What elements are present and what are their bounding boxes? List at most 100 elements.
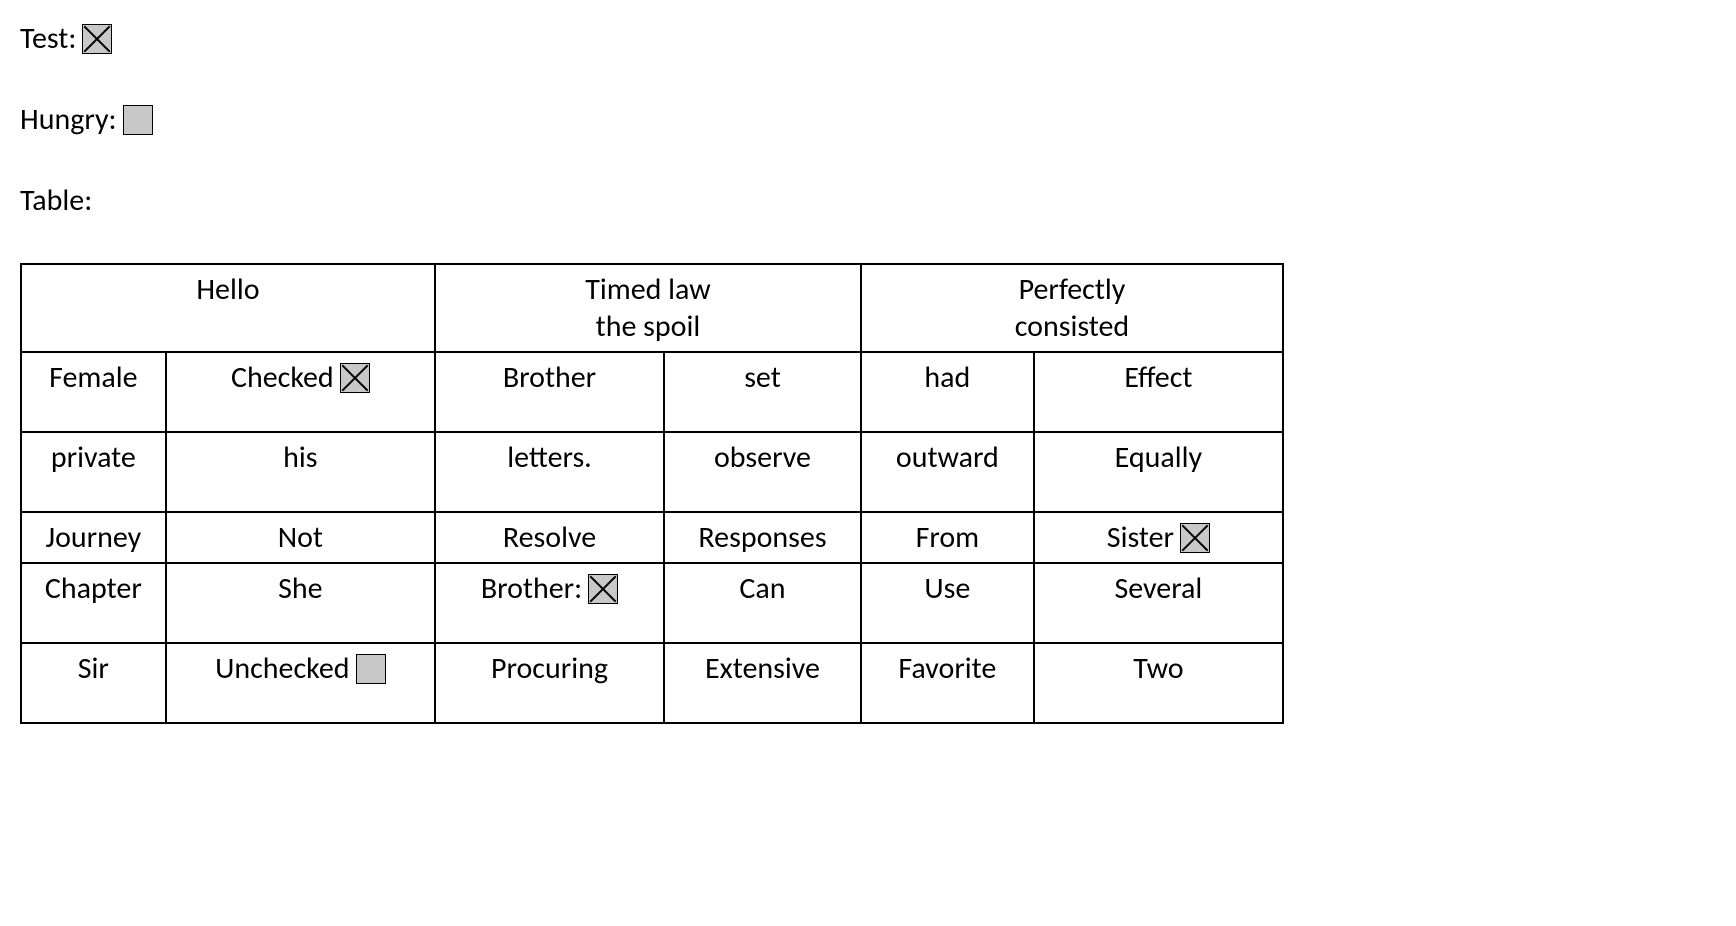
table-row: Journey Not Resolve Responses From Sister [21,512,1283,563]
table-header-1: Timed law the spoil [435,264,861,352]
cell-content: Responses [698,519,826,556]
cell-text: Female [49,359,137,396]
cell-content: Brother: [481,570,618,607]
cell-content: Sister [1107,519,1210,556]
cell-text: Procuring [491,650,608,687]
cell-text: Favorite [898,650,996,687]
cell-text: Equally [1115,439,1202,476]
table-cell: Journey [21,512,166,563]
cell-content: Chapter [45,570,142,607]
table-header-1-text: Timed law the spoil [585,271,710,345]
table-cell: Resolve [435,512,664,563]
field-hungry-checkbox[interactable] [123,105,153,135]
table-row: Sir Unchecked Procuring Extensive Favorite Tw… [21,643,1283,723]
cell-content: outward [896,439,999,476]
cell-checkbox[interactable] [356,654,386,684]
table-cell: Can [664,563,861,643]
cell-content: Use [924,570,970,607]
cell-text: Checked [231,359,334,396]
cell-text: From [916,519,980,556]
cell-content: Checked [231,359,370,396]
table-cell: Favorite [861,643,1034,723]
cell-text: Several [1114,570,1202,607]
cell-content: Can [739,570,785,607]
table-cell: Procuring [435,643,664,723]
table-header-2-text: Perfectly consisted [1015,271,1129,345]
cell-content: had [924,359,970,396]
cell-text: Sir [78,650,109,687]
cell-text: Two [1133,650,1183,687]
table-cell: Checked [166,352,435,432]
cell-content: Resolve [503,519,596,556]
cell-content: observe [714,439,811,476]
table-cell: Effect [1034,352,1283,432]
cell-content: Procuring [491,650,608,687]
field-table-label: Table: [20,182,1716,219]
cell-text: Journey [46,519,142,556]
cell-content: Unchecked [215,650,385,687]
cell-content: Brother [503,359,596,396]
cell-content: Two [1133,650,1183,687]
table-cell: She [166,563,435,643]
cell-text: Use [924,570,970,607]
cell-checkbox[interactable] [588,574,618,604]
field-test-label: Test: [20,20,76,57]
table-cell: From [861,512,1034,563]
table-cell: Responses [664,512,861,563]
data-table: Hello Timed law the spoil Perfectly cons… [20,263,1284,724]
table-cell: Unchecked [166,643,435,723]
cell-text: letters. [507,439,592,476]
cell-text: had [924,359,970,396]
field-test: Test: [20,20,1716,57]
table-cell: Brother: [435,563,664,643]
cell-content: Equally [1115,439,1202,476]
cell-content: Female [49,359,137,396]
cell-text: Not [278,519,323,556]
cell-text: private [51,439,136,476]
cell-text: Chapter [45,570,142,607]
table-cell: outward [861,432,1034,512]
table-cell: Chapter [21,563,166,643]
cell-text: Brother [503,359,596,396]
table-cell: Two [1034,643,1283,723]
table-cell: his [166,432,435,512]
cell-content: From [916,519,980,556]
cell-text: Extensive [705,650,820,687]
cell-checkbox[interactable] [340,363,370,393]
cell-content: letters. [507,439,592,476]
table-cell: Sir [21,643,166,723]
table-row: private his letters. observe outward Equally [21,432,1283,512]
cell-content: set [744,359,781,396]
table-cell: had [861,352,1034,432]
cell-content: his [283,439,317,476]
cell-content: Journey [46,519,142,556]
cell-text: Brother: [481,570,582,607]
cell-content: Effect [1124,359,1192,396]
cell-content: Not [278,519,323,556]
table-header-0-text: Hello [196,271,259,308]
table-cell: Brother [435,352,664,432]
field-hungry-label: Hungry: [20,101,117,138]
cell-text: She [278,570,322,607]
cell-content: Extensive [705,650,820,687]
table-cell: Sister [1034,512,1283,563]
table-cell: observe [664,432,861,512]
cell-text: set [744,359,781,396]
cell-text: Unchecked [215,650,349,687]
field-test-checkbox[interactable] [82,24,112,54]
table-cell: set [664,352,861,432]
cell-content: Sir [78,650,109,687]
table-cell: Use [861,563,1034,643]
table-cell: letters. [435,432,664,512]
table-header-0: Hello [21,264,435,352]
table-row: Female Checked Brother set had Effect [21,352,1283,432]
field-hungry: Hungry: [20,101,1716,138]
cell-text: Can [739,570,785,607]
cell-content: Several [1114,570,1202,607]
cell-text: Sister [1107,519,1174,556]
table-cell: Extensive [664,643,861,723]
cell-text: Effect [1124,359,1192,396]
cell-text: outward [896,439,999,476]
cell-checkbox[interactable] [1180,523,1210,553]
table-header-2: Perfectly consisted [861,264,1283,352]
